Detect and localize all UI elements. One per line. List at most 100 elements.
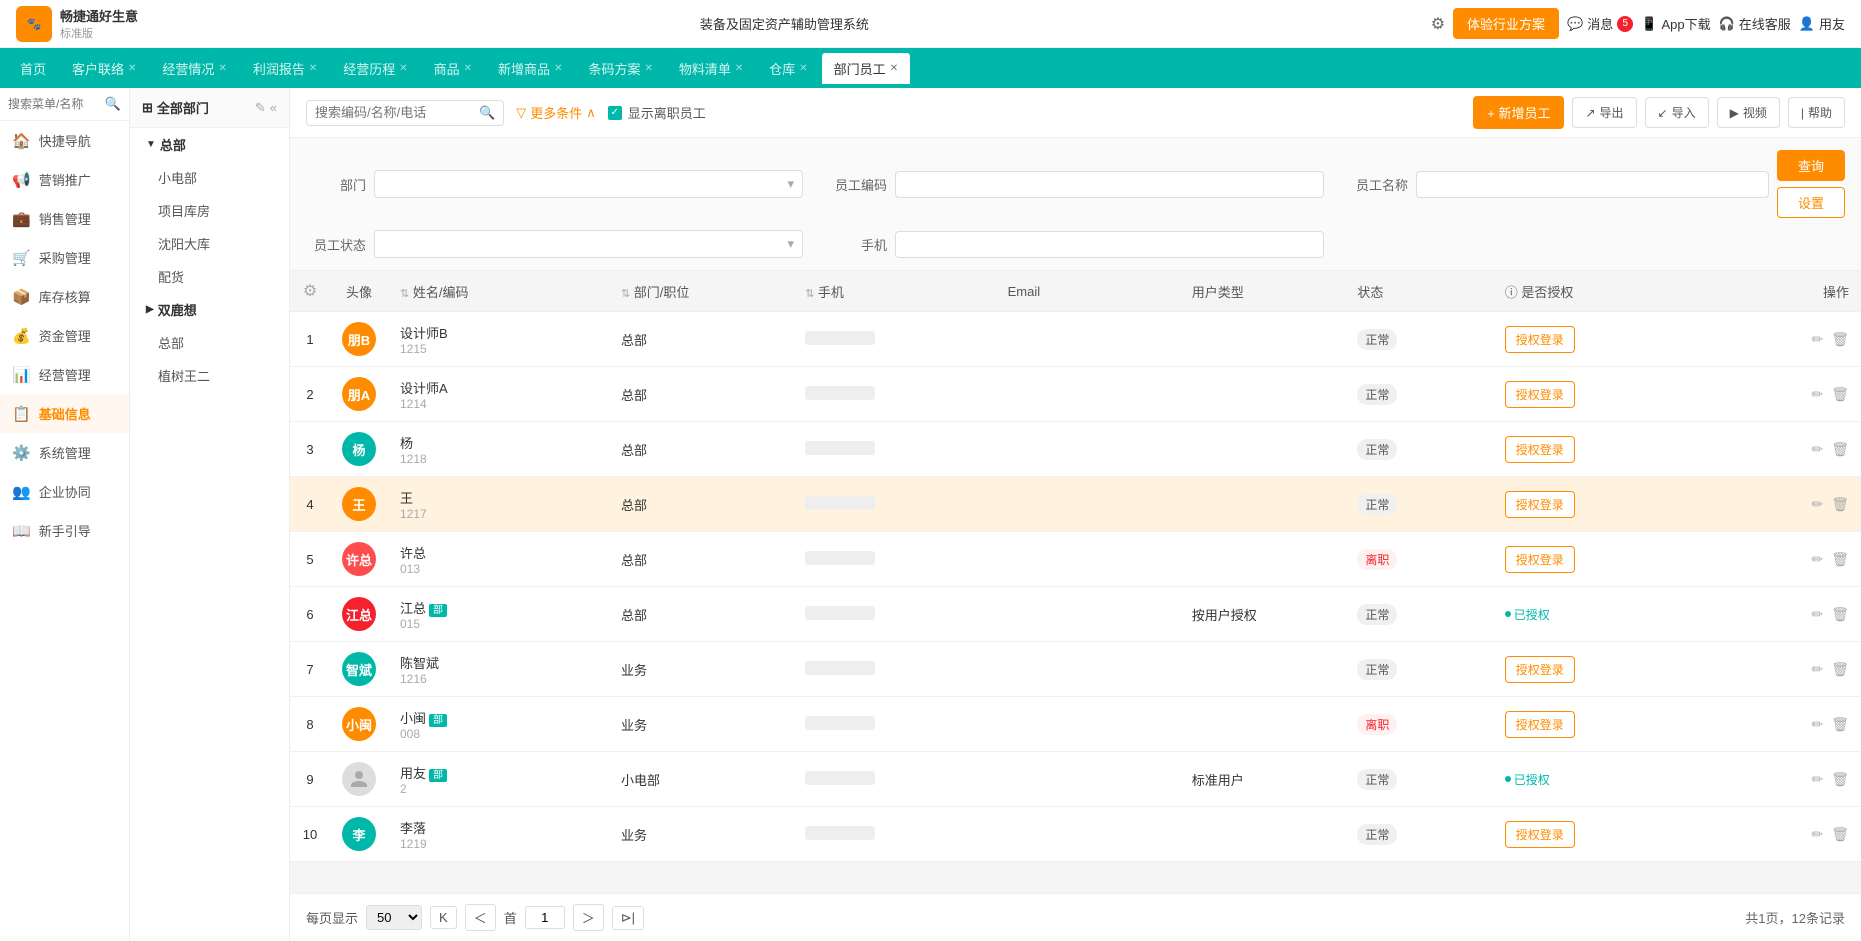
- delete-icon[interactable]: 🗑: [1831, 606, 1849, 623]
- edit-icon[interactable]: ✏: [1811, 441, 1823, 458]
- sidebar-search[interactable]: 🔍: [0, 88, 129, 121]
- edit-dept-icon[interactable]: ✎: [255, 100, 266, 116]
- sidebar-item-inventory[interactable]: 📦 库存核算: [0, 277, 129, 316]
- trial-button[interactable]: 体验行业方案: [1453, 8, 1559, 39]
- nav-tab-history[interactable]: 经营历程 ✕: [331, 53, 419, 84]
- view-button[interactable]: ▶ 视频: [1717, 97, 1780, 128]
- filter-empstatus-input[interactable]: ▾: [374, 230, 803, 258]
- sidebar-item-marketing[interactable]: 📢 营销推广: [0, 160, 129, 199]
- user-menu[interactable]: 👤 用友: [1799, 14, 1845, 33]
- sidebar-item-finance[interactable]: 💰 资金管理: [0, 316, 129, 355]
- auth-login-button[interactable]: 授权登录: [1505, 821, 1575, 848]
- sidebar-item-sales[interactable]: 💼 销售管理: [0, 199, 129, 238]
- settings-button[interactable]: ⚙: [1431, 14, 1445, 34]
- last-page-button[interactable]: ⊳|: [612, 906, 644, 930]
- delete-icon[interactable]: 🗑: [1831, 716, 1849, 733]
- sidebar-item-quick-nav[interactable]: 🏠 快捷导航: [0, 121, 129, 160]
- delete-icon[interactable]: 🗑: [1831, 441, 1849, 458]
- edit-icon[interactable]: ✏: [1811, 606, 1823, 623]
- online-service-button[interactable]: 🎧 在线客服: [1719, 14, 1791, 33]
- edit-icon[interactable]: ✏: [1811, 826, 1823, 843]
- app-download-button[interactable]: 📱 App下载: [1641, 14, 1710, 33]
- edit-icon[interactable]: ✏: [1811, 496, 1823, 513]
- collapse-icon[interactable]: «: [270, 100, 277, 116]
- nav-tab-add-goods[interactable]: 新增商品 ✕: [486, 53, 574, 84]
- delete-icon[interactable]: 🗑: [1831, 496, 1849, 513]
- auth-login-button[interactable]: 授权登录: [1505, 656, 1575, 683]
- delete-icon[interactable]: 🗑: [1831, 661, 1849, 678]
- sidebar-item-guide[interactable]: 📖 新手引导: [0, 511, 129, 550]
- nav-tab-bom[interactable]: 物料清单 ✕: [667, 53, 755, 84]
- per-page-select[interactable]: 50 20 100: [366, 905, 422, 930]
- auth-login-button[interactable]: 授权登录: [1505, 711, 1575, 738]
- filter-phone-input[interactable]: [895, 231, 1324, 258]
- delete-icon[interactable]: 🗑: [1831, 331, 1849, 348]
- sidebar-item-operations[interactable]: 📊 经营管理: [0, 355, 129, 394]
- next-page-button[interactable]: ＞: [573, 904, 604, 931]
- tree-item-electronics[interactable]: 小电部: [130, 161, 289, 194]
- delete-icon[interactable]: 🗑: [1831, 771, 1849, 788]
- tree-item-general[interactable]: ▼ 总部: [130, 128, 289, 161]
- settings-icon[interactable]: ⚙: [302, 281, 318, 301]
- search-button[interactable]: 查询: [1777, 150, 1845, 181]
- edit-icon[interactable]: ✏: [1811, 331, 1823, 348]
- sidebar-item-collab[interactable]: 👥 企业协同: [0, 472, 129, 511]
- export-button[interactable]: ↗ 导出: [1572, 97, 1636, 128]
- nav-tab-customer[interactable]: 客户联络 ✕: [60, 53, 148, 84]
- sidebar-search-input[interactable]: [8, 97, 101, 111]
- delete-icon[interactable]: 🗑: [1831, 551, 1849, 568]
- tree-item-dispatch[interactable]: 配货: [130, 260, 289, 293]
- phone-field[interactable]: [904, 237, 1315, 252]
- show-resigned-toggle[interactable]: ✓ 显示离职员工: [608, 103, 706, 122]
- tree-item-shuanglu[interactable]: ▶ 双鹿想: [130, 293, 289, 326]
- sort-icon-dept[interactable]: ⇅: [621, 288, 630, 300]
- dept-name: 总部: [621, 388, 647, 403]
- edit-icon[interactable]: ✏: [1811, 386, 1823, 403]
- sidebar-item-purchase[interactable]: 🛒 采购管理: [0, 238, 129, 277]
- nav-tab-home[interactable]: 首页: [8, 53, 58, 84]
- auth-login-button[interactable]: 授权登录: [1505, 381, 1575, 408]
- auth-login-button[interactable]: 授权登录: [1505, 546, 1575, 573]
- nav-tab-warehouse[interactable]: 仓库 ✕: [757, 53, 819, 84]
- import-button[interactable]: ↙ 导入: [1645, 97, 1709, 128]
- filter-empname-input[interactable]: [1416, 171, 1769, 198]
- auth-login-button[interactable]: 授权登录: [1505, 326, 1575, 353]
- prev-page-button[interactable]: ＜: [465, 904, 496, 931]
- more-filters-button[interactable]: ▽ 更多条件 ∧: [516, 103, 596, 122]
- edit-icon[interactable]: ✏: [1811, 716, 1823, 733]
- nav-tab-employees[interactable]: 部门员工 ✕: [822, 53, 910, 84]
- sidebar-item-system[interactable]: ⚙️ 系统管理: [0, 433, 129, 472]
- first-page-button[interactable]: K: [430, 906, 457, 929]
- tree-item-shenyang[interactable]: 沈阳大库: [130, 227, 289, 260]
- delete-icon[interactable]: 🗑: [1831, 826, 1849, 843]
- filter-dept-input[interactable]: ▾: [374, 170, 803, 198]
- nav-tab-profit[interactable]: 利润报告 ✕: [241, 53, 329, 84]
- auth-login-button[interactable]: 授权登录: [1505, 436, 1575, 463]
- cell-email: [996, 752, 1180, 807]
- edit-icon[interactable]: ✏: [1811, 771, 1823, 788]
- tree-item-zhishu[interactable]: 植树王二: [130, 359, 289, 392]
- sort-icon-phone[interactable]: ⇅: [805, 288, 814, 300]
- delete-icon[interactable]: 🗑: [1831, 386, 1849, 403]
- set-button[interactable]: 设置: [1777, 187, 1845, 218]
- cell-status: 正常: [1345, 752, 1492, 807]
- empcode-field[interactable]: [904, 177, 1315, 192]
- tree-item-hq[interactable]: 总部: [130, 326, 289, 359]
- edit-icon[interactable]: ✏: [1811, 551, 1823, 568]
- nav-tab-goods[interactable]: 商品 ✕: [422, 53, 484, 84]
- search-input[interactable]: [315, 105, 475, 120]
- tree-item-project-warehouse[interactable]: 项目库房: [130, 194, 289, 227]
- message-button[interactable]: 💬 消息 5: [1567, 14, 1633, 33]
- empname-field[interactable]: [1425, 177, 1760, 192]
- sidebar-item-base-info[interactable]: 📋 基础信息: [0, 394, 129, 433]
- nav-tab-operations[interactable]: 经营情况 ✕: [150, 53, 238, 84]
- nav-tab-barcode[interactable]: 条码方案 ✕: [576, 53, 664, 84]
- auth-login-button[interactable]: 授权登录: [1505, 491, 1575, 518]
- filter-empcode-input[interactable]: [895, 171, 1324, 198]
- online-service-label: 在线客服: [1739, 14, 1791, 33]
- add-employee-button[interactable]: + 新增员工: [1473, 96, 1564, 129]
- sort-icon-name[interactable]: ⇅: [400, 288, 409, 300]
- edit-icon[interactable]: ✏: [1811, 661, 1823, 678]
- page-number-input[interactable]: [525, 906, 565, 929]
- help-button[interactable]: | 帮助: [1788, 97, 1845, 128]
